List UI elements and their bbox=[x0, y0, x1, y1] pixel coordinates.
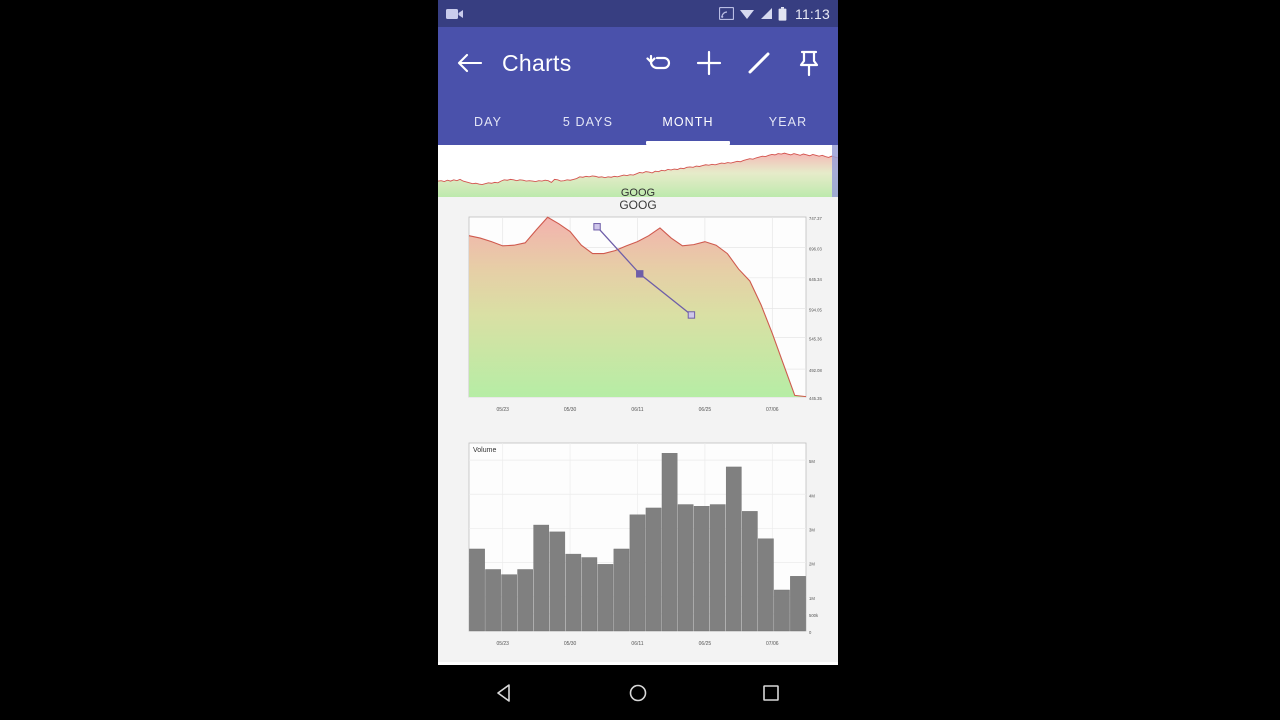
price-x-tick-label: 06/11 bbox=[631, 407, 643, 413]
volume-bar bbox=[581, 557, 598, 632]
trendline-handle[interactable] bbox=[687, 311, 696, 319]
volume-bar bbox=[758, 538, 774, 632]
volume-bar bbox=[533, 524, 550, 632]
trendline-handle[interactable] bbox=[593, 223, 601, 231]
draw-line-button[interactable] bbox=[744, 48, 774, 78]
app-bar: Charts bbox=[438, 27, 838, 99]
volume-bar bbox=[565, 553, 582, 632]
home-circle-icon bbox=[629, 684, 647, 701]
volume-bar bbox=[725, 466, 742, 632]
price-x-tick-label: 05/23 bbox=[496, 407, 509, 413]
trendline-handle[interactable] bbox=[636, 270, 644, 278]
tab-month[interactable]: MONTH bbox=[638, 99, 738, 145]
android-nav-bar bbox=[438, 665, 838, 720]
signal-icon bbox=[761, 8, 772, 19]
tab-day[interactable]: DAY bbox=[438, 99, 538, 145]
back-button[interactable] bbox=[452, 46, 486, 80]
overview-sparkline: GOOG bbox=[438, 145, 838, 197]
volume-chart-title: Volume bbox=[473, 447, 496, 454]
back-triangle-icon bbox=[496, 683, 510, 702]
volume-bar bbox=[774, 589, 790, 632]
status-bar-right: 11:13 bbox=[719, 5, 830, 22]
overview-range-handle[interactable] bbox=[832, 145, 838, 197]
cast-icon bbox=[719, 7, 734, 20]
volume-bar bbox=[693, 506, 710, 632]
volume-bar bbox=[613, 548, 630, 632]
volume-bar bbox=[485, 569, 501, 632]
volume-bar bbox=[501, 574, 517, 632]
add-button[interactable] bbox=[694, 48, 724, 78]
overview-strip[interactable]: GOOG bbox=[438, 145, 838, 197]
price-y-tick-label: 445.35 bbox=[809, 396, 822, 401]
app-bar-actions bbox=[644, 48, 824, 78]
price-y-tick-label: 594.05 bbox=[809, 307, 822, 312]
volume-y-tick-label: 1M bbox=[809, 596, 815, 601]
price-y-tick-label: 696.03 bbox=[809, 247, 822, 252]
undo-icon bbox=[646, 54, 671, 70]
volume-x-tick-label: 07/06 bbox=[766, 641, 779, 647]
volume-bar bbox=[790, 576, 806, 632]
battery-icon bbox=[778, 6, 787, 21]
volume-x-tick-label: 05/23 bbox=[496, 641, 509, 647]
price-chart-panel[interactable]: GOOG 747.37 696.03 645.34 594.05 545.36 492.0… bbox=[438, 197, 838, 431]
volume-bar bbox=[629, 514, 646, 632]
status-bar-left bbox=[446, 7, 464, 21]
price-y-tick-label: 492.08 bbox=[809, 368, 822, 373]
price-chart-svg: 747.37 696.03 645.34 594.05 545.36 492.08 445.… bbox=[438, 197, 838, 431]
tab-5days[interactable]: 5 DAYS bbox=[538, 99, 638, 145]
undo-button[interactable] bbox=[644, 48, 674, 78]
line-tool-icon bbox=[748, 52, 770, 74]
overview-symbol-label: GOOG bbox=[621, 187, 655, 197]
volume-chart-svg: 5M4M3M2M1M500k005/23 05/30 06/11 06/25 07/06… bbox=[438, 431, 838, 662]
volume-bar bbox=[677, 504, 694, 632]
price-y-tick-label: 747.37 bbox=[809, 216, 822, 221]
nav-home-button[interactable] bbox=[615, 670, 661, 716]
page-title: Charts bbox=[502, 49, 572, 76]
pin-button[interactable] bbox=[794, 48, 824, 78]
volume-y-tick-label: 5M bbox=[809, 459, 815, 464]
price-y-tick-label: 645.34 bbox=[809, 277, 822, 282]
status-bar-clock: 11:13 bbox=[795, 5, 830, 22]
price-y-tick-label: 545.36 bbox=[809, 336, 822, 341]
pushpin-icon bbox=[799, 50, 819, 77]
back-arrow-icon bbox=[457, 53, 482, 73]
volume-y-tick-label: 500k bbox=[809, 613, 819, 618]
volume-bar bbox=[742, 511, 758, 632]
price-chart-title: GOOG bbox=[619, 198, 657, 212]
volume-y-tick-label: 4M bbox=[809, 493, 815, 498]
nav-back-button[interactable] bbox=[482, 670, 528, 716]
volume-y-tick-label: 3M bbox=[809, 527, 815, 532]
volume-bar bbox=[645, 507, 662, 632]
price-x-tick-label: 05/30 bbox=[564, 407, 577, 413]
recents-square-icon bbox=[763, 684, 780, 701]
volume-x-tick-label: 05/30 bbox=[564, 641, 577, 647]
nav-recents-button[interactable] bbox=[748, 670, 794, 716]
volume-bar bbox=[661, 453, 678, 632]
price-x-tick-label: 06/25 bbox=[699, 407, 712, 413]
volume-chart-panel[interactable]: 5M 4M 3M 2M 1M 500k 0 05/23 05/30 06/11 06/25 07/06… bbox=[438, 431, 838, 662]
volume-y-tick-label: 2M bbox=[809, 562, 815, 567]
volume-bar bbox=[597, 564, 614, 632]
wifi-icon bbox=[740, 10, 754, 19]
volume-bar bbox=[517, 569, 533, 632]
period-tabs: DAY 5 DAYS MONTH YEAR bbox=[438, 99, 838, 145]
volume-bar bbox=[549, 531, 566, 632]
price-x-tick-label: 07/06 bbox=[766, 407, 779, 413]
chart-panels: GOOG 747.37 696.03 645.34 594.05 545.36 492.0… bbox=[438, 197, 838, 662]
plus-icon bbox=[696, 50, 722, 76]
volume-bar bbox=[469, 548, 485, 632]
status-bar: 11:13 bbox=[438, 0, 838, 27]
phone-screen: 11:13 Charts DAY 5 DAYS MONTH YEAR GOOG … bbox=[438, 0, 838, 720]
volume-x-tick-label: 06/11 bbox=[631, 641, 643, 647]
volume-bar bbox=[709, 504, 726, 632]
screen-record-icon bbox=[446, 8, 463, 19]
screen-root: 11:13 Charts DAY 5 DAYS MONTH YEAR GOOG … bbox=[0, 0, 1280, 720]
volume-x-tick-label: 06/25 bbox=[699, 641, 712, 647]
tab-year[interactable]: YEAR bbox=[738, 99, 838, 145]
